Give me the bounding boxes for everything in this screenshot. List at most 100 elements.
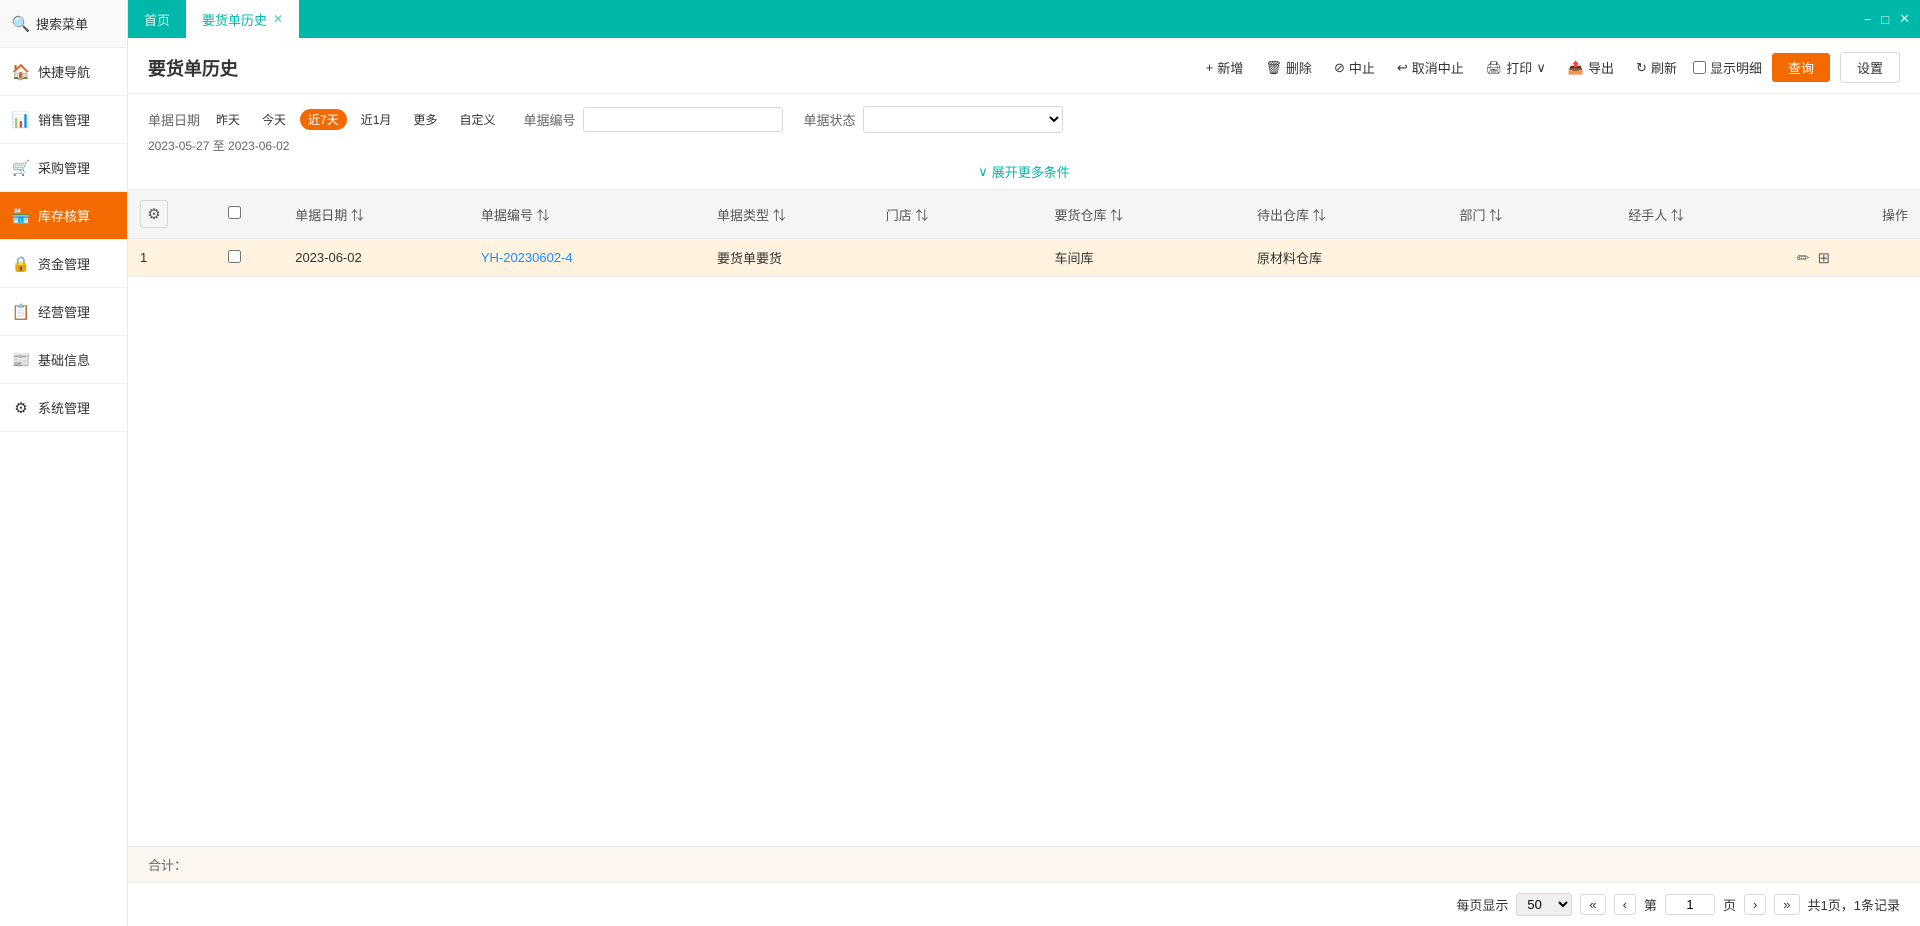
th-pending[interactable]: 待出仓库 ⇅ — [1245, 190, 1447, 239]
date-opt-today[interactable]: 今天 — [254, 109, 294, 130]
row-qr-icon[interactable]: ⊞ — [1818, 249, 1831, 267]
settings-button[interactable]: 设置 — [1840, 52, 1900, 83]
date-opt-yesterday[interactable]: 昨天 — [208, 109, 248, 130]
refresh-button[interactable]: ↻ 刷新 — [1630, 58, 1683, 77]
cancel-stop-button[interactable]: ↩ 取消中止 — [1391, 58, 1470, 77]
search-icon: 🔍 — [12, 15, 30, 33]
page-title: 要货单历史 — [148, 55, 1200, 81]
minimize-button[interactable]: − — [1864, 12, 1872, 27]
row-edit-icon[interactable]: ✏ — [1797, 249, 1810, 267]
th-shop[interactable]: 门店 ⇅ — [874, 190, 1043, 239]
add-button[interactable]: + 新增 — [1200, 58, 1250, 77]
cancel-stop-icon: ↩ — [1397, 60, 1408, 76]
th-check — [216, 190, 283, 239]
stop-button[interactable]: ⊘ 中止 — [1328, 58, 1381, 77]
sidebar-item-management[interactable]: 📋 经营管理 — [0, 288, 127, 336]
query-button[interactable]: 查询 — [1772, 53, 1830, 82]
sort-date-icon: ⇅ — [351, 208, 364, 223]
expand-more-button[interactable]: ∨ 展开更多条件 — [148, 162, 1900, 181]
export-button[interactable]: 📤 导出 — [1562, 58, 1620, 77]
close-button[interactable]: ✕ — [1899, 11, 1910, 27]
sidebar-item-finance[interactable]: 🔒 资金管理 — [0, 240, 127, 288]
table-row[interactable]: 1 2023-06-02 YH-20230602-4 要货单要货 车间库 原材料… — [128, 239, 1920, 277]
toolbar: + 新增 🗑 删除 ⊘ 中止 ↩ 取消中止 🖨 打印 — [1200, 52, 1900, 83]
refresh-icon: ↻ — [1636, 60, 1647, 76]
date-opt-custom[interactable]: 自定义 — [451, 109, 503, 130]
tab-requisition-history[interactable]: 要货单历史 ✕ — [186, 0, 299, 38]
doc-status-filter-group: 单据状态 — [803, 106, 1063, 133]
sort-shop-icon: ⇅ — [915, 208, 928, 223]
maximize-button[interactable]: □ — [1881, 12, 1889, 27]
th-dept[interactable]: 部门 ⇅ — [1447, 190, 1616, 239]
sidebar-item-home[interactable]: 🏠 快捷导航 — [0, 48, 127, 96]
sidebar-item-purchase-label: 采购管理 — [38, 158, 90, 177]
sales-icon: 📊 — [12, 111, 30, 129]
sidebar-item-inventory-label: 库存核算 — [38, 206, 90, 225]
next-next-button[interactable]: » — [1774, 894, 1799, 915]
doc-number-filter-group: 单据编号 — [523, 107, 783, 132]
date-options: 昨天 今天 近7天 近1月 更多 自定义 — [208, 109, 503, 130]
sidebar-item-purchase[interactable]: 🛒 采购管理 — [0, 144, 127, 192]
th-date-label: 单据日期 — [295, 208, 347, 223]
th-handler[interactable]: 经手人 ⇅ — [1616, 190, 1785, 239]
tab-close-icon[interactable]: ✕ — [273, 12, 283, 26]
page-header: 要货单历史 + 新增 🗑 删除 ⊘ 中止 ↩ 取消中止 — [128, 38, 1920, 94]
display-cell-label: 显示明细 — [1710, 58, 1762, 77]
tab-home[interactable]: 首页 — [128, 0, 186, 38]
th-handler-label: 经手人 — [1628, 208, 1667, 223]
page-input[interactable] — [1665, 894, 1715, 915]
cell-action: ✏ ⊞ — [1785, 239, 1920, 277]
row-checkbox[interactable] — [228, 250, 241, 263]
table-header-row: ⚙ 单据日期 ⇅ 单据编号 ⇅ — [128, 190, 1920, 239]
finance-icon: 🔒 — [12, 255, 30, 273]
add-icon: + — [1206, 60, 1214, 75]
date-opt-last7days[interactable]: 近7天 — [300, 109, 347, 130]
sidebar-item-sales[interactable]: 📊 销售管理 — [0, 96, 127, 144]
delete-button[interactable]: 🗑 删除 — [1259, 58, 1318, 77]
next-button[interactable]: › — [1744, 894, 1766, 915]
sidebar-item-info[interactable]: 📰 基础信息 — [0, 336, 127, 384]
cell-shop — [874, 239, 1043, 277]
page-label-prefix: 第 — [1644, 895, 1657, 914]
th-code[interactable]: 单据编号 ⇅ — [469, 190, 705, 239]
th-shop-label: 门店 — [886, 208, 912, 223]
doc-code-link[interactable]: YH-20230602-4 — [481, 250, 573, 265]
th-type[interactable]: 单据类型 ⇅ — [705, 190, 874, 239]
sidebar-item-sales-label: 销售管理 — [38, 110, 90, 129]
total-records: 共1页，1条记录 — [1808, 895, 1900, 914]
sidebar-item-system[interactable]: ⚙ 系统管理 — [0, 384, 127, 432]
prev-button[interactable]: ‹ — [1614, 894, 1636, 915]
doc-number-label: 单据编号 — [523, 110, 575, 129]
sort-type-icon: ⇅ — [773, 208, 786, 223]
sidebar: 🔍 搜索菜单 🏠 快捷导航 📊 销售管理 🛒 采购管理 🏪 库存核算 🔒 资金管… — [0, 0, 128, 926]
display-cell-checkbox[interactable] — [1693, 61, 1706, 74]
date-opt-more[interactable]: 更多 — [405, 109, 445, 130]
print-button[interactable]: 🖨 打印 ∨ — [1480, 58, 1552, 77]
per-page-select[interactable]: 50 10 20 100 — [1516, 893, 1572, 916]
stop-icon: ⊘ — [1334, 60, 1345, 76]
th-date[interactable]: 单据日期 ⇅ — [283, 190, 469, 239]
export-icon: 📤 — [1568, 60, 1584, 76]
date-opt-last1month[interactable]: 近1月 — [353, 109, 400, 130]
table-settings-icon[interactable]: ⚙ — [140, 200, 168, 228]
search-menu[interactable]: 🔍 搜索菜单 — [0, 0, 127, 48]
sort-code-icon: ⇅ — [536, 208, 549, 223]
tab-requisition-label: 要货单历史 — [202, 10, 267, 29]
th-warehouse[interactable]: 要货仓库 ⇅ — [1043, 190, 1245, 239]
sidebar-item-inventory[interactable]: 🏪 库存核算 — [0, 192, 127, 240]
sidebar-item-system-label: 系统管理 — [38, 398, 90, 417]
sidebar-item-finance-label: 资金管理 — [38, 254, 90, 273]
tab-bar: 首页 要货单历史 ✕ − □ ✕ — [128, 0, 1920, 38]
search-menu-label: 搜索菜单 — [36, 14, 88, 33]
filter-row-1: 单据日期 昨天 今天 近7天 近1月 更多 自定义 单据编号 — [148, 106, 1900, 133]
delete-icon: 🗑 — [1265, 60, 1282, 76]
pagination: 每页显示 50 10 20 100 « ‹ 第 页 › » 共1页，1条记录 — [128, 882, 1920, 926]
table-container: ⚙ 单据日期 ⇅ 单据编号 ⇅ — [128, 190, 1920, 846]
display-cell-toggle[interactable]: 显示明细 — [1693, 58, 1762, 77]
select-all-checkbox[interactable] — [228, 206, 241, 219]
expand-more-label: 展开更多条件 — [992, 162, 1070, 181]
prev-prev-button[interactable]: « — [1580, 894, 1605, 915]
doc-number-input[interactable] — [583, 107, 783, 132]
doc-status-select[interactable] — [863, 106, 1063, 133]
sort-dept-icon: ⇅ — [1489, 208, 1502, 223]
